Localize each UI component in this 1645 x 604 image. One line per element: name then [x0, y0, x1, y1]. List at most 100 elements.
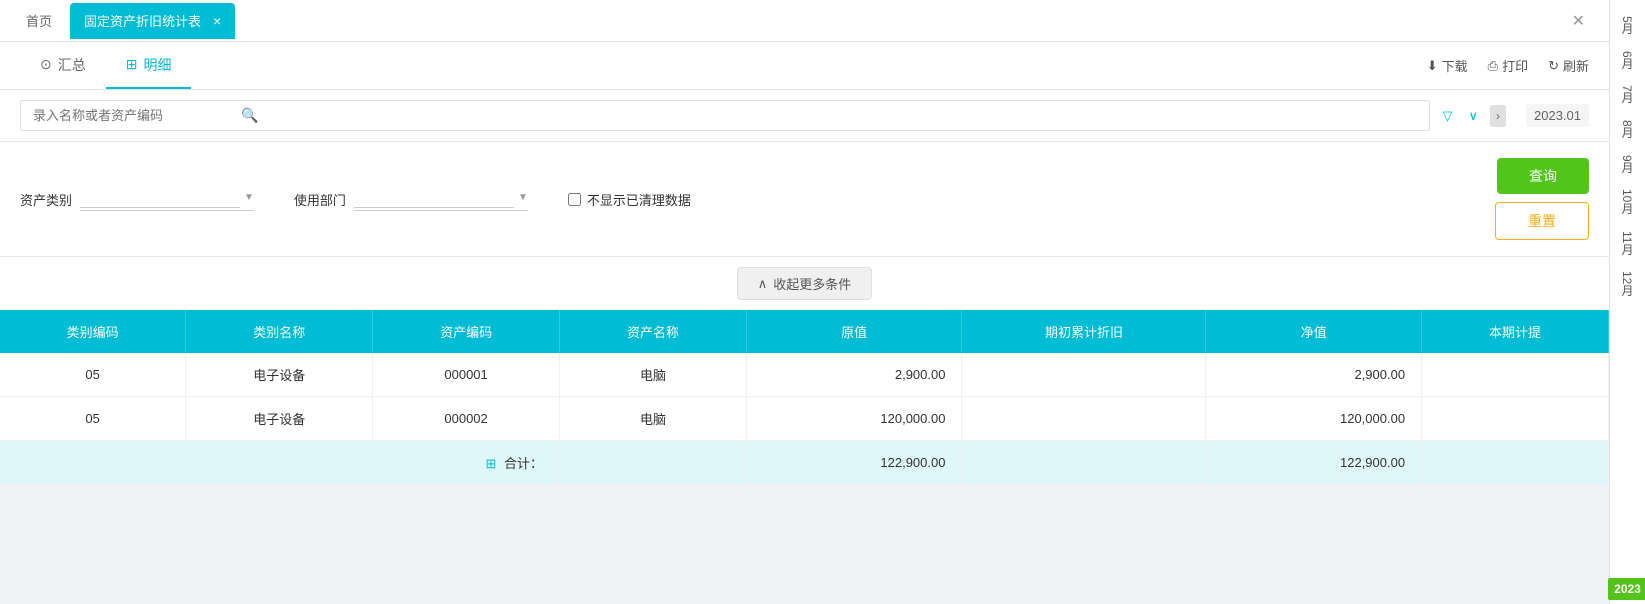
total-net-value: 122,900.00: [1206, 441, 1422, 485]
data-table: 类别编码 类别名称 资产编码 资产名称 原值 期初累计折旧 净值 本期计提 05…: [0, 310, 1609, 485]
cell-accumulated-depreciation: [962, 353, 1206, 397]
print-button[interactable]: ⎙ 打印: [1488, 56, 1528, 75]
tab-close-icon[interactable]: ×: [213, 13, 221, 29]
month-item[interactable]: 5月: [1615, 8, 1640, 43]
tab-summary[interactable]: ⊙ 汇总: [20, 42, 106, 89]
tab-summary-label: 汇总: [58, 55, 86, 75]
sub-tabs: ⊙ 汇总 ⊞ 明细: [20, 42, 191, 89]
col-category-code: 类别编码: [0, 310, 186, 353]
col-asset-name: 资产名称: [560, 310, 747, 353]
expand-panel-button[interactable]: ›: [1490, 105, 1506, 127]
search-input[interactable]: [33, 108, 233, 123]
collapse-button[interactable]: ∧ 收起更多条件: [737, 267, 873, 300]
total-current-depreciation: [1422, 441, 1609, 485]
cell-asset-code: 000002: [373, 397, 560, 441]
asset-type-input[interactable]: [80, 188, 240, 208]
cell-category-code: 05: [0, 397, 186, 441]
total-accumulated-depreciation: [962, 441, 1206, 485]
filter-row: 资产类别 ▼ 使用部门 ▼ 不显示已清理数据 查询 重置: [20, 158, 1589, 240]
month-item[interactable]: 8月: [1615, 112, 1640, 147]
month-item[interactable]: 7月: [1615, 77, 1640, 112]
cell-original-value: 2,900.00: [746, 353, 962, 397]
department-dropdown-icon: ▼: [518, 192, 528, 203]
cell-current-depreciation: [1422, 353, 1609, 397]
total-original-value: 122,900.00: [746, 441, 962, 485]
month-item[interactable]: 12月: [1615, 263, 1640, 304]
table-row: 05 电子设备 000001 电脑 2,900.00 2,900.00: [0, 353, 1609, 397]
tab-bar: 首页 固定资产折旧统计表 × ✕: [0, 0, 1609, 42]
col-net-value: 净值: [1206, 310, 1422, 353]
col-original-value: 原值: [746, 310, 962, 353]
department-select-wrapper: ▼: [354, 188, 528, 211]
tab-detail[interactable]: ⊞ 明细: [106, 42, 192, 89]
toolbar-right: ⬇ 下载 ⎙ 打印 ↻ 刷新: [1427, 56, 1589, 75]
month-item[interactable]: 6月: [1615, 43, 1640, 78]
detail-icon: ⊞: [126, 56, 138, 73]
right-panel: 5月6月7月8月9月10月11月12月 2023: [1609, 0, 1645, 604]
search-bar: 🔍 ▽ ∨ › 2023.01: [0, 90, 1609, 142]
department-filter: 使用部门 ▼: [294, 188, 528, 211]
month-item[interactable]: 11月: [1615, 223, 1640, 263]
tab-home[interactable]: 首页: [16, 11, 62, 30]
search-icon[interactable]: 🔍: [241, 107, 258, 124]
more-conditions-button[interactable]: ∨: [1464, 108, 1478, 124]
collapse-label: 收起更多条件: [773, 274, 851, 293]
total-row: ⊞ 合计： 122,900.00 122,900.00: [0, 441, 1609, 485]
tab-active[interactable]: 固定资产折旧统计表 ×: [70, 3, 235, 39]
department-input[interactable]: [354, 188, 514, 208]
print-icon: ⎙: [1488, 58, 1498, 74]
hide-cleared-checkbox[interactable]: [568, 193, 581, 206]
asset-type-select-wrapper: ▼: [80, 188, 254, 211]
month-item[interactable]: 9月: [1615, 147, 1640, 182]
collapse-up-icon: ∧: [758, 276, 768, 292]
cell-asset-name: 电脑: [560, 397, 747, 441]
asset-type-label: 资产类别: [20, 190, 72, 209]
refresh-icon: ↻: [1548, 58, 1559, 74]
sub-tab-bar: ⊙ 汇总 ⊞ 明细 ⬇ 下载 ⎙ 打印 ↻ 刷新: [0, 42, 1609, 90]
cell-original-value: 120,000.00: [746, 397, 962, 441]
summary-icon: ⊙: [40, 56, 52, 73]
cell-category-name: 电子设备: [186, 353, 373, 397]
month-item[interactable]: 10月: [1615, 181, 1640, 222]
department-label: 使用部门: [294, 190, 346, 209]
asset-type-filter: 资产类别 ▼: [20, 188, 254, 211]
tab-label: 固定资产折旧统计表: [84, 11, 201, 30]
total-label: ⊞ 合计：: [0, 441, 560, 485]
refresh-button[interactable]: ↻ 刷新: [1548, 56, 1589, 75]
print-label: 打印: [1502, 56, 1528, 75]
cell-asset-name: 电脑: [560, 353, 747, 397]
window-close-button[interactable]: ✕: [1564, 7, 1593, 35]
hide-cleared-label: 不显示已清理数据: [587, 190, 691, 209]
total-icon: ⊞: [485, 456, 496, 471]
cell-net-value: 2,900.00: [1206, 353, 1422, 397]
total-empty-name: [560, 441, 747, 485]
col-current-depreciation: 本期计提: [1422, 310, 1609, 353]
query-button[interactable]: 查询: [1497, 158, 1589, 194]
col-accumulated-depreciation: 期初累计折旧: [962, 310, 1206, 353]
refresh-label: 刷新: [1563, 56, 1589, 75]
filter-icon: ▽: [1442, 108, 1452, 124]
table-container: 类别编码 类别名称 资产编码 资产名称 原值 期初累计折旧 净值 本期计提 05…: [0, 310, 1609, 604]
download-icon: ⬇: [1427, 58, 1438, 74]
tab-detail-label: 明细: [143, 55, 171, 75]
table-header-row: 类别编码 类别名称 资产编码 资产名称 原值 期初累计折旧 净值 本期计提: [0, 310, 1609, 353]
cell-category-code: 05: [0, 353, 186, 397]
asset-type-dropdown-icon: ▼: [244, 192, 254, 203]
cell-accumulated-depreciation: [962, 397, 1206, 441]
year-badge: 2023: [1608, 578, 1645, 600]
download-button[interactable]: ⬇ 下载: [1427, 56, 1468, 75]
cell-asset-code: 000001: [373, 353, 560, 397]
search-area: 🔍: [20, 100, 1430, 131]
chevron-down-icon: ∨: [1468, 108, 1478, 124]
collapse-row: ∧ 收起更多条件: [0, 257, 1609, 310]
hide-cleared-filter: 不显示已清理数据: [568, 190, 691, 209]
cell-net-value: 120,000.00: [1206, 397, 1422, 441]
filter-section: 资产类别 ▼ 使用部门 ▼ 不显示已清理数据 查询 重置: [0, 142, 1609, 257]
cell-category-name: 电子设备: [186, 397, 373, 441]
reset-button[interactable]: 重置: [1495, 202, 1589, 240]
date-display: 2023.01: [1526, 104, 1589, 127]
cell-current-depreciation: [1422, 397, 1609, 441]
download-label: 下载: [1442, 56, 1468, 75]
filter-buttons: 查询 重置: [1495, 158, 1589, 240]
col-category-name: 类别名称: [186, 310, 373, 353]
